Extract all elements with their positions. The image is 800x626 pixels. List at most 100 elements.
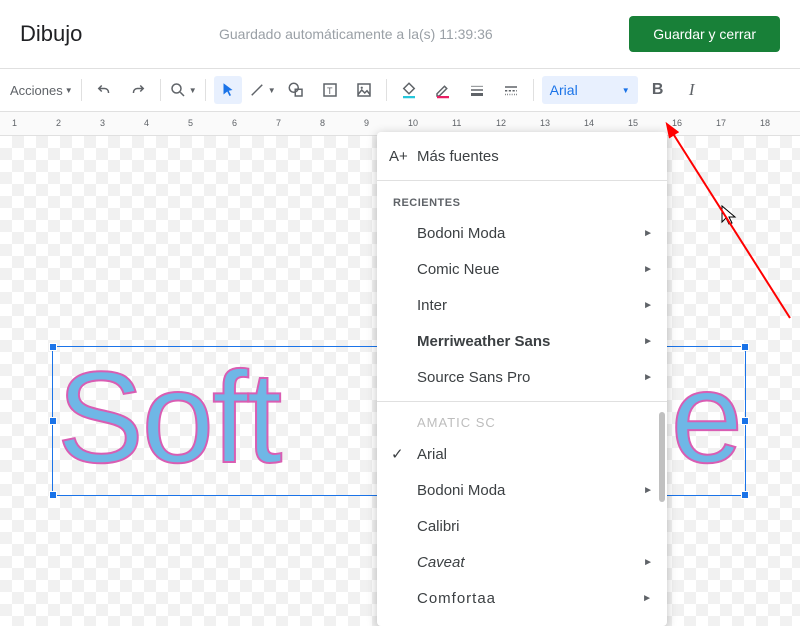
resize-handle-nw[interactable]: [49, 343, 57, 351]
ruler-tick: 15: [628, 118, 638, 128]
chevron-down-icon: ▼: [620, 86, 630, 95]
toolbar: Acciones▼ ▼ ▼ T Arial ▼ B I: [0, 68, 800, 112]
font-item[interactable]: Bodoni Moda ►: [377, 472, 667, 508]
pointer-icon: [219, 81, 237, 99]
ruler-tick: 4: [144, 118, 149, 128]
resize-handle-se[interactable]: [741, 491, 749, 499]
bold-button[interactable]: B: [644, 76, 672, 104]
font-label: Calibri: [417, 518, 460, 535]
font-item[interactable]: Caveat ►: [377, 544, 667, 580]
separator: [386, 79, 387, 101]
submenu-arrow-icon: ►: [643, 300, 653, 311]
scrollbar-thumb[interactable]: [659, 412, 665, 502]
ruler-tick: 13: [540, 118, 550, 128]
separator: [81, 79, 82, 101]
ruler-tick: 10: [408, 118, 418, 128]
font-item[interactable]: Inter ►: [377, 287, 667, 323]
ruler-tick: 6: [232, 118, 237, 128]
textbox-icon: T: [321, 81, 339, 99]
undo-button[interactable]: [90, 76, 118, 104]
resize-handle-w[interactable]: [49, 417, 57, 425]
font-item[interactable]: Calibri: [377, 508, 667, 544]
ruler-tick: 16: [672, 118, 682, 128]
font-label: AMATIC SC: [417, 415, 496, 430]
separator: [377, 180, 667, 181]
font-select-label: Arial: [550, 82, 578, 98]
border-weight-button[interactable]: [463, 76, 491, 104]
line-tool[interactable]: ▼: [248, 76, 276, 104]
fill-color-button[interactable]: [395, 76, 423, 104]
redo-button[interactable]: [124, 76, 152, 104]
ruler-tick: 12: [496, 118, 506, 128]
mouse-cursor-icon: [720, 204, 738, 228]
zoom-button[interactable]: ▼: [169, 76, 197, 104]
actions-label: Acciones: [10, 83, 63, 98]
redo-icon: [129, 81, 147, 99]
more-fonts-icon: A+: [389, 148, 408, 165]
image-icon: [355, 81, 373, 99]
font-label: Bodoni Moda: [417, 482, 505, 499]
submenu-arrow-icon: ►: [643, 372, 653, 383]
font-item[interactable]: Comic Neue►: [377, 251, 667, 287]
font-label: Comic Neue: [417, 261, 500, 278]
ruler-tick: 17: [716, 118, 726, 128]
font-dropdown-menu[interactable]: A+ Más fuentes RECIENTES Bodoni Moda►Com…: [377, 132, 667, 626]
shape-icon: [287, 81, 305, 99]
image-tool[interactable]: [350, 76, 378, 104]
ruler-tick: 7: [276, 118, 281, 128]
submenu-arrow-icon: ►: [643, 557, 653, 568]
check-icon: ✓: [391, 445, 404, 463]
recent-fonts-header: RECIENTES: [377, 187, 667, 215]
ruler-tick: 14: [584, 118, 594, 128]
textbox-tool[interactable]: T: [316, 76, 344, 104]
font-item[interactable]: ✓ Arial: [377, 436, 667, 472]
ruler-tick: 8: [320, 118, 325, 128]
ruler-tick: 2: [56, 118, 61, 128]
autosave-status: Guardado automáticamente a la(s) 11:39:3…: [82, 26, 629, 42]
font-label: Merriweather Sans: [417, 333, 550, 350]
select-tool[interactable]: [214, 76, 242, 104]
resize-handle-ne[interactable]: [741, 343, 749, 351]
separator: [160, 79, 161, 101]
undo-icon: [95, 81, 113, 99]
submenu-arrow-icon: ►: [643, 485, 653, 496]
actions-menu[interactable]: Acciones▼: [10, 76, 73, 104]
ruler-tick: 3: [100, 118, 105, 128]
shape-tool[interactable]: [282, 76, 310, 104]
resize-handle-sw[interactable]: [49, 491, 57, 499]
pen-icon: [434, 81, 452, 99]
font-item[interactable]: Bodoni Moda►: [377, 215, 667, 251]
font-label: Caveat: [417, 554, 465, 571]
font-item[interactable]: Source Sans Pro►: [377, 359, 667, 395]
ruler-tick: 18: [760, 118, 770, 128]
separator: [377, 401, 667, 402]
zoom-icon: [169, 81, 187, 99]
ruler-tick: 11: [452, 118, 461, 128]
line-icon: [248, 81, 266, 99]
resize-handle-e[interactable]: [741, 417, 749, 425]
more-fonts-item[interactable]: A+ Más fuentes: [377, 138, 667, 174]
font-label: Inter: [417, 297, 447, 314]
font-label: Arial: [417, 446, 447, 463]
border-dash-button[interactable]: [497, 76, 525, 104]
ruler-tick: 5: [188, 118, 193, 128]
italic-button[interactable]: I: [678, 76, 706, 104]
submenu-arrow-icon: ►: [643, 336, 653, 347]
text-content-right: e: [671, 344, 741, 490]
font-item[interactable]: Merriweather Sans ►: [377, 323, 667, 359]
font-item-amatic[interactable]: AMATIC SC: [377, 408, 667, 436]
svg-text:T: T: [327, 86, 333, 96]
font-item[interactable]: Comfortaa ►: [377, 580, 667, 616]
dialog-title: Dibujo: [20, 21, 82, 47]
font-family-select[interactable]: Arial ▼: [542, 76, 638, 104]
separator: [533, 79, 534, 101]
save-and-close-button[interactable]: Guardar y cerrar: [629, 16, 780, 52]
textbox-text-right: e: [667, 347, 741, 487]
font-label: Comfortaa: [417, 590, 496, 607]
border-color-button[interactable]: [429, 76, 457, 104]
submenu-arrow-icon: ►: [642, 593, 653, 604]
dialog-header: Dibujo Guardado automáticamente a la(s) …: [0, 0, 800, 68]
fill-icon: [400, 81, 418, 99]
more-fonts-label: Más fuentes: [417, 148, 499, 165]
separator: [205, 79, 206, 101]
